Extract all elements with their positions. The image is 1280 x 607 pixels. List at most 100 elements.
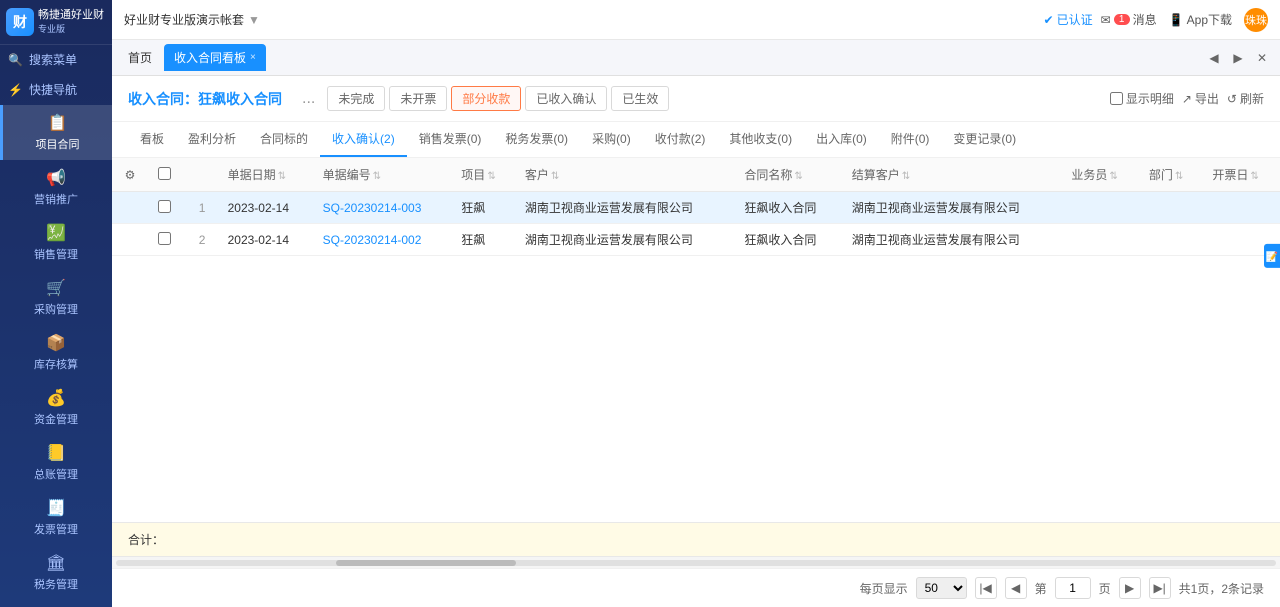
sidebar-search[interactable]: 🔍 搜索菜单 [0,45,112,74]
page-number-input[interactable] [1055,577,1091,599]
sidebar-item-tax[interactable]: 🏛税务管理 [0,545,112,600]
app-download-action[interactable]: 📱 App下载 [1169,11,1232,28]
row-department-0 [1139,192,1203,224]
refresh-btn[interactable]: ↺ 刷新 [1227,90,1264,107]
row-checkbox-0[interactable] [148,192,187,224]
subtab-7[interactable]: 收付款(2) [643,122,718,157]
sidebar-item-fund[interactable]: 💰资金管理 [0,380,112,435]
certified-check-icon: ✔ [1044,13,1054,27]
sidebar-item-invoice[interactable]: 🧾发票管理 [0,490,112,545]
data-table: ⚙ 单据日期⇅单据编号⇅项目⇅客户⇅合同名称⇅结算客户⇅业务员⇅部门⇅开票日⇅ 1… [112,158,1280,256]
col-header-number[interactable]: 单据编号⇅ [313,158,452,192]
user-avatar-action[interactable]: 珠珠 [1244,8,1268,32]
row-checkbox-1[interactable] [148,224,187,256]
col-header-department[interactable]: 部门⇅ [1139,158,1203,192]
row-project-0: 狂飙 [451,192,515,224]
col-header-contract_name[interactable]: 合同名称⇅ [734,158,841,192]
subtab-8[interactable]: 其他收支(0) [717,122,804,157]
sort-icon-result_customer[interactable]: ⇅ [902,171,910,182]
home-tab[interactable]: 首页 [120,45,160,70]
row-number-link-1[interactable]: SQ-20230214-002 [323,233,422,247]
quick-nav-icon: ⚡ [8,83,23,97]
sort-icon-project[interactable]: ⇅ [487,171,495,182]
sidebar-item-project[interactable]: 📋项目合同 [0,105,112,160]
sidebar-label-purchase: 采购管理 [34,301,78,317]
col-header-open_date[interactable]: 开票日⇅ [1202,158,1280,192]
company-selector[interactable]: 好业财专业版演示帐套 ▼ [124,11,1036,28]
sort-icon-contract_name[interactable]: ⇅ [794,171,802,182]
row-open-date-0 [1202,192,1280,224]
sort-icon-salesperson[interactable]: ⇅ [1109,171,1117,182]
table-row[interactable]: 12023-02-14SQ-20230214-003狂飙湖南卫视商业运营发展有限… [112,192,1280,224]
row-checkbox-input-0[interactable] [158,200,171,213]
col-header-customer[interactable]: 客户⇅ [515,158,735,192]
status-btn-incomplete[interactable]: 未完成 [327,86,385,111]
last-page-btn[interactable]: ▶| [1149,577,1171,599]
avatar: 珠珠 [1244,8,1268,32]
subtab-10[interactable]: 附件(0) [879,122,942,157]
table-row[interactable]: 22023-02-14SQ-20230214-002狂飙湖南卫视商业运营发展有限… [112,224,1280,256]
tabs-close-btn[interactable]: ✕ [1252,48,1272,68]
select-all-checkbox[interactable] [158,167,171,180]
sort-icon-department[interactable]: ⇅ [1175,171,1183,182]
col-header-date[interactable]: 单据日期⇅ [218,158,313,192]
subtab-11[interactable]: 变更记录(0) [941,122,1028,157]
status-btn-effective[interactable]: 已生效 [611,86,669,111]
subtab-4[interactable]: 销售发票(0) [407,122,494,157]
sidebar-search-label: 搜索菜单 [29,51,77,68]
sidebar-label-inventory: 库存核算 [34,356,78,372]
subtab-6[interactable]: 采购(0) [580,122,643,157]
right-note-icon[interactable]: 📝 [1264,244,1280,268]
next-page-btn[interactable]: ▶ [1119,577,1141,599]
active-tab[interactable]: 收入合同看板 × [164,44,266,71]
tab-close-icon[interactable]: × [250,52,256,63]
col-header-result_customer[interactable]: 结算客户⇅ [842,158,1062,192]
sidebar-item-inventory[interactable]: 📦库存核算 [0,325,112,380]
status-btn-confirmed[interactable]: 已收入确认 [525,86,607,111]
row-number-0[interactable]: SQ-20230214-003 [313,192,452,224]
main-area: 好业财专业版演示帐套 ▼ ✔ 已认证 ✉ 1 消息 📱 App下载 珠珠 [112,0,1280,607]
status-btn-uninvoiced[interactable]: 未开票 [389,86,447,111]
sort-icon-customer[interactable]: ⇅ [551,171,559,182]
row-index-0: 1 [186,192,217,224]
horizontal-scrollbar[interactable] [112,556,1280,568]
row-date-0: 2023-02-14 [218,192,313,224]
settings-icon[interactable]: ⚙ [125,168,136,182]
tabs-next-btn[interactable]: ▶ [1228,48,1248,68]
export-icon: ↗ [1182,92,1192,106]
export-btn[interactable]: ↗ 导出 [1182,90,1219,107]
subtab-2[interactable]: 合同标的 [248,122,320,157]
sidebar-quick-nav[interactable]: ⚡ 快捷导航 [0,74,112,105]
row-number-1[interactable]: SQ-20230214-002 [313,224,452,256]
sidebar-item-marketing[interactable]: 📢营销推广 [0,160,112,215]
subtab-1[interactable]: 盈利分析 [176,122,248,157]
show-detail-checkbox[interactable]: 显示明细 [1110,90,1174,107]
tabs-nav: ◀ ▶ ✕ [1204,48,1272,68]
message-action[interactable]: ✉ 1 消息 [1101,11,1157,28]
subtab-3[interactable]: 收入确认(2) [320,122,407,157]
prev-page-btn[interactable]: ◀ [1005,577,1027,599]
subtab-9[interactable]: 出入库(0) [804,122,879,157]
row-checkbox-input-1[interactable] [158,232,171,245]
sort-icon-number[interactable]: ⇅ [373,171,381,182]
scrollbar-thumb[interactable] [336,560,516,566]
sidebar-item-sales[interactable]: 💹销售管理 [0,215,112,270]
sidebar-label-fund: 资金管理 [34,411,78,427]
first-page-btn[interactable]: |◀ [975,577,997,599]
col-header-project[interactable]: 项目⇅ [451,158,515,192]
subtab-0[interactable]: 看板 [128,122,176,157]
sidebar-item-general[interactable]: 📒总账管理 [0,435,112,490]
sort-icon-open_date[interactable]: ⇅ [1250,171,1258,182]
subtab-5[interactable]: 税务发票(0) [493,122,580,157]
sort-icon-date[interactable]: ⇅ [278,171,286,182]
refresh-label: 刷新 [1240,90,1264,107]
show-detail-input[interactable] [1110,92,1123,105]
sidebar-item-purchase[interactable]: 🛒采购管理 [0,270,112,325]
contract-more-btn[interactable]: ... [302,90,315,108]
row-number-link-0[interactable]: SQ-20230214-003 [323,201,422,215]
status-btn-partial[interactable]: 部分收款 [451,86,521,111]
col-header-salesperson[interactable]: 业务员⇅ [1061,158,1139,192]
per-page-select[interactable]: 50 100 200 [916,577,967,599]
sidebar-item-assets[interactable]: 🏗固定资产 [0,600,112,607]
tabs-prev-btn[interactable]: ◀ [1204,48,1224,68]
